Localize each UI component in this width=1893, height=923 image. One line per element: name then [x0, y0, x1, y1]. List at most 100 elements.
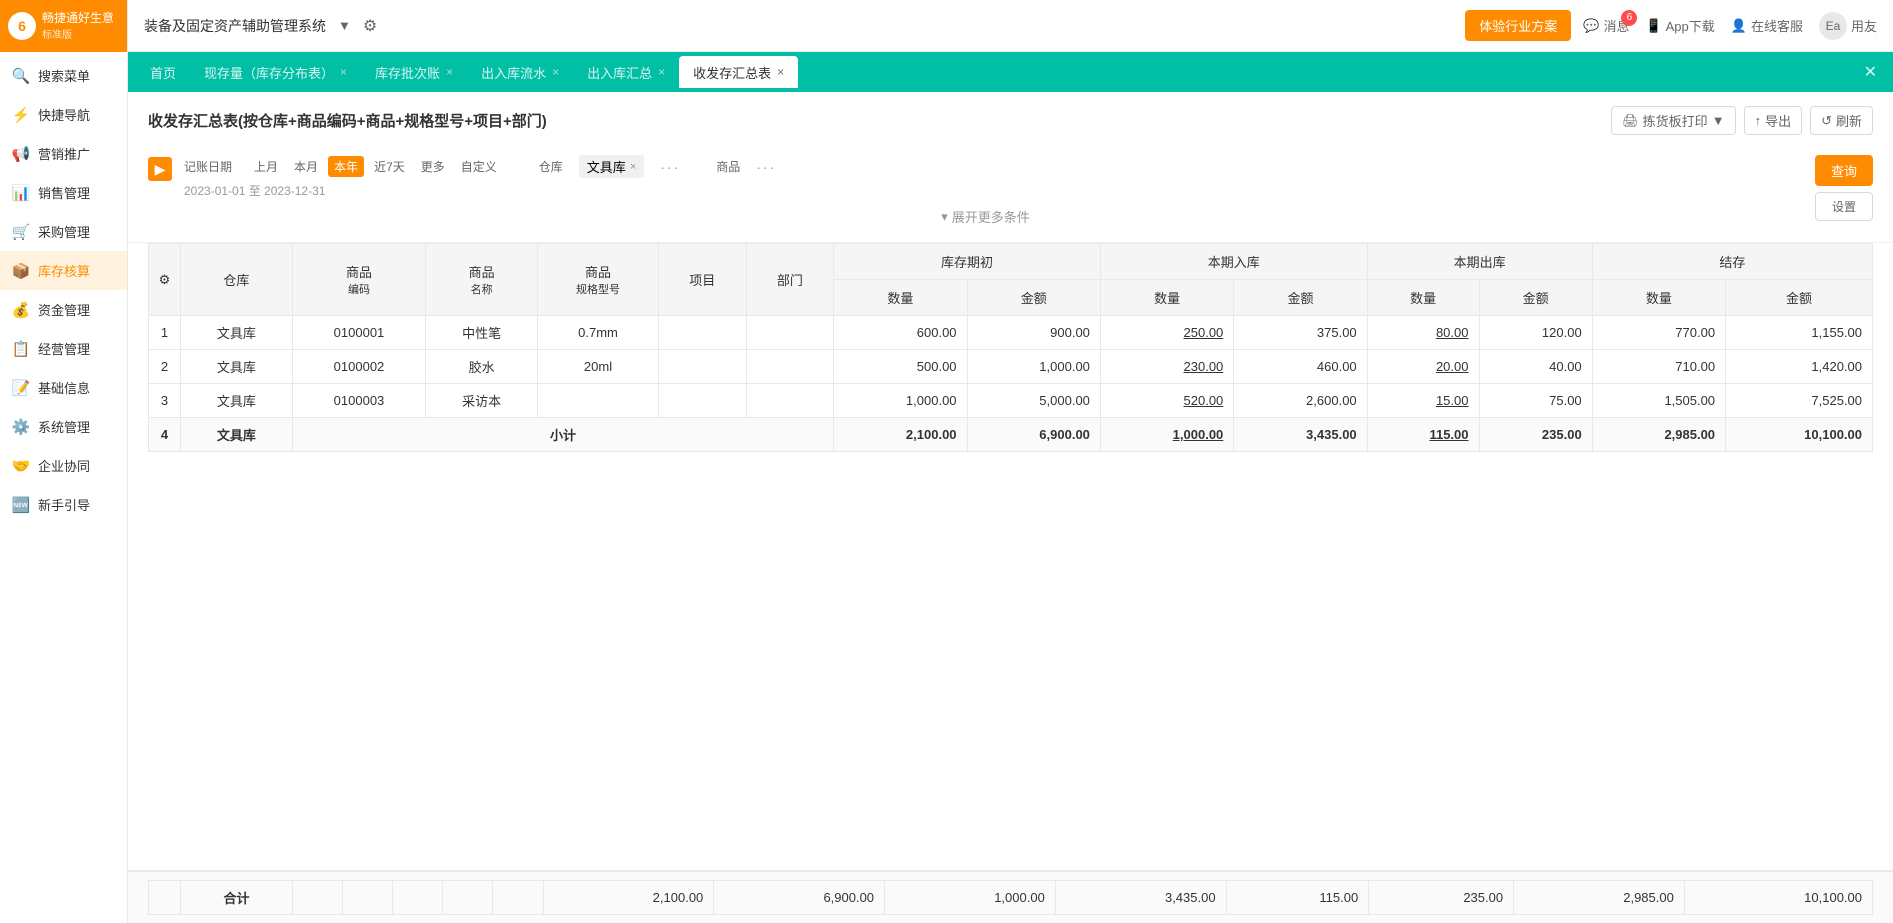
sidebar-item-guide[interactable]: 🆕 新手引导 — [0, 485, 127, 524]
th-project: 项目 — [659, 244, 747, 316]
tab-stock-flow[interactable]: 出入库流水 × — [467, 56, 573, 88]
sidebar-label-system: 系统管理 — [38, 417, 90, 436]
row-project-3 — [659, 384, 747, 418]
app-download-action[interactable]: 📱 App下载 — [1645, 16, 1714, 35]
sales-icon: 📊 — [12, 184, 30, 202]
sidebar: 6 畅捷通好生意 标准版 🔍 搜索菜单 ⚡ 快捷导航 📢 营销推广 📊 销售管理… — [0, 0, 128, 923]
refresh-button[interactable]: ↺ 刷新 — [1810, 106, 1873, 135]
warehouse-tag-close[interactable]: × — [630, 161, 636, 173]
th-open-qty: 数量 — [834, 280, 967, 316]
row-in-qty-2[interactable]: 230.00 — [1100, 350, 1233, 384]
export-button[interactable]: ↑ 导出 — [1744, 106, 1803, 135]
row-out-qty-3[interactable]: 15.00 — [1367, 384, 1479, 418]
date-btn-this-month[interactable]: 本月 — [288, 156, 324, 177]
row-in-qty-1[interactable]: 250.00 — [1100, 316, 1233, 350]
tab-home[interactable]: 首页 — [136, 56, 190, 88]
filter-toggle-btn[interactable]: ▶ — [148, 157, 172, 181]
print-icon: 🖨 — [1622, 113, 1639, 129]
table-row-2: 2 文具库 0100002 胶水 20ml 500.00 1,000.00 23… — [149, 350, 1873, 384]
expand-icon: ▾ — [941, 209, 948, 225]
subtotal-row: 4 文具库 小计 2,100.00 6,900.00 1,000.00 3,43… — [149, 418, 1873, 452]
sidebar-label-business: 经营管理 — [38, 339, 90, 358]
row-out-amt-2: 40.00 — [1479, 350, 1592, 384]
filter-main: 记账日期 上月 本月 本年 近7天 更多 自定义 仓库 文具库 × ··· — [184, 155, 1787, 230]
row-project-1 — [659, 316, 747, 350]
sidebar-item-purchase[interactable]: 🛒 采购管理 — [0, 212, 127, 251]
print-button[interactable]: 🖨 拣货板打印 ▼ — [1611, 106, 1735, 135]
sidebar-nav: 🔍 搜索菜单 ⚡ 快捷导航 📢 营销推广 📊 销售管理 🛒 采购管理 📦 库存核… — [0, 52, 127, 923]
sidebar-logo: 6 畅捷通好生意 标准版 — [0, 0, 127, 52]
row-spec-3 — [537, 384, 658, 418]
goods-dots[interactable]: ··· — [756, 159, 776, 175]
filter-row-1: 记账日期 上月 本月 本年 近7天 更多 自定义 仓库 文具库 × ··· — [184, 155, 1787, 178]
row-in-qty-3[interactable]: 520.00 — [1100, 384, 1233, 418]
row-in-amt-2: 460.00 — [1234, 350, 1367, 384]
try-button[interactable]: 体验行业方案 — [1465, 10, 1571, 41]
online-service-action[interactable]: 👤 在线客服 — [1731, 16, 1803, 35]
sidebar-item-enterprise[interactable]: 🤝 企业协同 — [0, 446, 127, 485]
tab-close-recv[interactable]: × — [777, 66, 784, 78]
row-open-qty-3: 1,000.00 — [834, 384, 967, 418]
subtotal-open-qty: 2,100.00 — [834, 418, 967, 452]
message-badge: 6 — [1621, 10, 1637, 26]
tab-close-flow[interactable]: × — [552, 66, 559, 78]
th-out-amt: 金额 — [1479, 280, 1592, 316]
logo-title: 畅捷通好生意 — [42, 11, 114, 27]
export-icon: ↑ — [1755, 113, 1762, 128]
warehouse-dots[interactable]: ··· — [660, 159, 680, 175]
system-dropdown[interactable]: ▼ — [338, 18, 351, 33]
row-name-2: 胶水 — [426, 350, 538, 384]
th-name: 商品名称 — [426, 244, 538, 316]
tab-bar-close[interactable]: ✕ — [1856, 58, 1885, 86]
row-warehouse-2: 文具库 — [181, 350, 293, 384]
subtotal-in-qty: 1,000.00 — [1100, 418, 1233, 452]
date-btn-more[interactable]: 更多 — [415, 156, 451, 177]
sidebar-item-system[interactable]: ⚙️ 系统管理 — [0, 407, 127, 446]
tab-stock-dist[interactable]: 现存量（库存分布表） × — [190, 56, 361, 88]
date-btn-last-month[interactable]: 上月 — [248, 156, 284, 177]
tab-close-summary[interactable]: × — [658, 66, 665, 78]
row-out-qty-2[interactable]: 20.00 — [1367, 350, 1479, 384]
user-action[interactable]: Ea 用友 — [1819, 12, 1877, 40]
sidebar-item-base-info[interactable]: 📝 基础信息 — [0, 368, 127, 407]
tab-stock-summary[interactable]: 出入库汇总 × — [573, 56, 679, 88]
date-btn-custom[interactable]: 自定义 — [455, 156, 503, 177]
sidebar-item-finance[interactable]: 💰 资金管理 — [0, 290, 127, 329]
gear-icon[interactable]: ⚙ — [363, 16, 377, 36]
row-open-amt-1: 900.00 — [967, 316, 1100, 350]
main-content: 装备及固定资产辅助管理系统 ▼ ⚙ 体验行业方案 💬 消息 6 📱 App下载 … — [128, 0, 1893, 923]
tab-close-batch[interactable]: × — [446, 66, 453, 78]
table-settings-header[interactable]: ⚙ — [149, 244, 181, 316]
sidebar-item-inventory[interactable]: 📦 库存核算 — [0, 251, 127, 290]
tab-recv-send[interactable]: 收发存汇总表 × — [679, 56, 798, 88]
row-out-amt-1: 120.00 — [1479, 316, 1592, 350]
date-shortcuts: 上月 本月 本年 近7天 更多 自定义 — [248, 156, 503, 177]
tab-batch-ledger[interactable]: 库存批次账 × — [361, 56, 467, 88]
row-code-3: 0100003 — [292, 384, 425, 418]
sidebar-item-marketing[interactable]: 📢 营销推广 — [0, 134, 127, 173]
settings-button[interactable]: 设置 — [1815, 192, 1873, 221]
sidebar-item-search[interactable]: 🔍 搜索菜单 — [0, 56, 127, 95]
message-action[interactable]: 💬 消息 6 — [1583, 16, 1629, 35]
row-name-1: 中性笔 — [426, 316, 538, 350]
subtotal-open-amt: 6,900.00 — [967, 418, 1100, 452]
sidebar-item-quick-nav[interactable]: ⚡ 快捷导航 — [0, 95, 127, 134]
sidebar-item-business[interactable]: 📋 经营管理 — [0, 329, 127, 368]
tab-close-stock-dist[interactable]: × — [340, 66, 347, 78]
row-warehouse-3: 文具库 — [181, 384, 293, 418]
expand-conditions-btn[interactable]: ▾ 展开更多条件 — [941, 207, 1030, 226]
th-spec: 商品规格型号 — [537, 244, 658, 316]
purchase-icon: 🛒 — [12, 223, 30, 241]
sidebar-label-base-info: 基础信息 — [38, 378, 90, 397]
tab-bar: 首页 现存量（库存分布表） × 库存批次账 × 出入库流水 × 出入库汇总 × … — [128, 52, 1893, 92]
row-open-amt-2: 1,000.00 — [967, 350, 1100, 384]
data-table: ⚙ 仓库 商品编码 商品名称 商品规格型号 项目 部门 库存期初 本期入库 本期… — [148, 243, 1873, 452]
date-btn-this-year[interactable]: 本年 — [328, 156, 364, 177]
sidebar-item-sales[interactable]: 📊 销售管理 — [0, 173, 127, 212]
query-button[interactable]: 查询 — [1815, 155, 1873, 186]
page-title: 收发存汇总表(按仓库+商品编码+商品+规格型号+项目+部门) — [148, 110, 547, 131]
inventory-icon: 📦 — [12, 262, 30, 280]
row-out-qty-1[interactable]: 80.00 — [1367, 316, 1479, 350]
warehouse-tag-value: 文具库 — [587, 157, 626, 176]
date-btn-7days[interactable]: 近7天 — [368, 156, 411, 177]
